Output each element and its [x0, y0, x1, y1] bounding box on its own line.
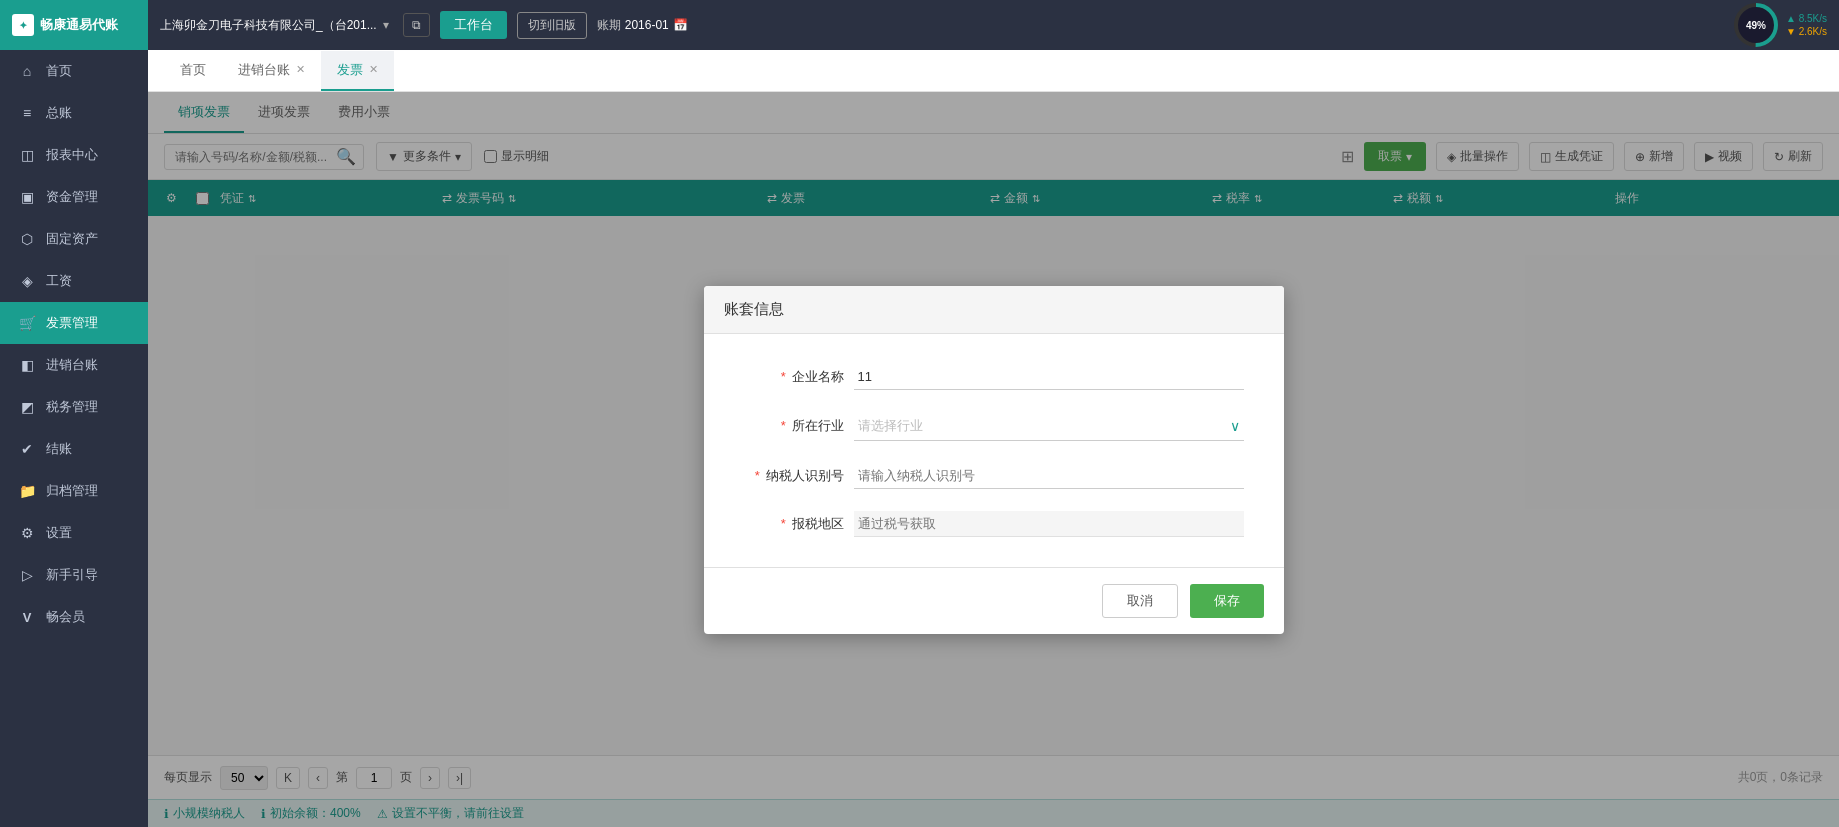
home-icon: ⌂	[18, 62, 36, 80]
switch-old-button[interactable]: 切到旧版	[517, 12, 587, 39]
sidebar-item-ledger[interactable]: ≡ 总账	[0, 92, 148, 134]
sidebar-item-guide[interactable]: ▷ 新手引导	[0, 554, 148, 596]
sidebar-item-label: 税务管理	[46, 398, 98, 416]
member-icon: V	[18, 608, 36, 626]
tab-invoice[interactable]: 发票 ✕	[321, 51, 394, 91]
speed-indicator: 49%	[1732, 1, 1780, 49]
form-row-industry: * 所在行业 请选择行业 ∨	[744, 412, 1244, 441]
settle-icon: ✔	[18, 440, 36, 458]
sidebar-item-label: 发票管理	[46, 314, 98, 332]
company-name-input[interactable]	[854, 364, 1244, 390]
cancel-button[interactable]: 取消	[1102, 584, 1178, 618]
guide-icon: ▷	[18, 566, 36, 584]
sidebar-item-member[interactable]: V 畅会员	[0, 596, 148, 638]
sales-icon: ◧	[18, 356, 36, 374]
calendar-icon[interactable]: 📅	[673, 18, 688, 32]
speed-up: ▲ 8.5K/s	[1786, 13, 1827, 24]
sidebar-item-salary[interactable]: ◈ 工资	[0, 260, 148, 302]
finance-icon: ▣	[18, 188, 36, 206]
sidebar-item-home[interactable]: ⌂ 首页	[0, 50, 148, 92]
tab-home[interactable]: 首页	[164, 51, 222, 91]
sidebar-item-label: 畅会员	[46, 608, 85, 626]
workbench-button[interactable]: 工作台	[440, 11, 507, 39]
speed-down: ▼ 2.6K/s	[1786, 26, 1827, 37]
sidebar-item-finance[interactable]: ▣ 资金管理	[0, 176, 148, 218]
company-name-label: * 企业名称	[744, 368, 844, 386]
period-display: 账期 2016-01 📅	[597, 17, 688, 34]
topbar-right: 49% ▲ 8.5K/s ▼ 2.6K/s	[1732, 1, 1827, 49]
industry-dropdown-icon: ∨	[1230, 418, 1240, 434]
topbar: 上海卯金刀电子科技有限公司_（台201... ▾ ⧉ 工作台 切到旧版 账期 2…	[148, 0, 1839, 50]
sidebar: ✦ 畅康通易代账 ⌂ 首页 ≡ 总账 ◫ 报表中心 ▣ 资金管理 ⬡ 固定资产 …	[0, 0, 148, 827]
tax-region-input	[854, 511, 1244, 537]
sidebar-item-label: 首页	[46, 62, 72, 80]
settings-icon: ⚙	[18, 524, 36, 542]
content-area: 销项发票 进项发票 费用小票 🔍 ▼ 更多条件 ▾ 显示明细	[148, 92, 1839, 827]
assets-icon: ⬡	[18, 230, 36, 248]
invoice-icon: 🛒	[18, 314, 36, 332]
logo-icon: ✦	[12, 14, 34, 36]
modal-body: * 企业名称 * 所在行业 请选择行业 ∨	[704, 334, 1284, 567]
company-dropdown-icon[interactable]: ▾	[383, 18, 389, 32]
tab-close-sales[interactable]: ✕	[296, 63, 305, 76]
sidebar-item-label: 归档管理	[46, 482, 98, 500]
modal-header: 账套信息	[704, 286, 1284, 334]
tax-icon: ◩	[18, 398, 36, 416]
tab-sales-ledger[interactable]: 进销台账 ✕	[222, 51, 321, 91]
sidebar-item-label: 工资	[46, 272, 72, 290]
sidebar-item-label: 报表中心	[46, 146, 98, 164]
tab-close-invoice[interactable]: ✕	[369, 63, 378, 76]
app-logo: ✦ 畅康通易代账	[0, 0, 148, 50]
sidebar-item-report[interactable]: ◫ 报表中心	[0, 134, 148, 176]
speed-stats: ▲ 8.5K/s ▼ 2.6K/s	[1786, 13, 1827, 37]
required-star: *	[781, 418, 786, 433]
sidebar-item-settings[interactable]: ⚙ 设置	[0, 512, 148, 554]
form-row-tax-region: * 报税地区	[744, 511, 1244, 537]
modal-overlay: 账套信息 * 企业名称 * 所在行业	[148, 92, 1839, 827]
svg-text:49%: 49%	[1746, 20, 1766, 31]
sidebar-item-label: 新手引导	[46, 566, 98, 584]
form-row-company-name: * 企业名称	[744, 364, 1244, 390]
required-star: *	[755, 468, 760, 483]
main-area: 上海卯金刀电子科技有限公司_（台201... ▾ ⧉ 工作台 切到旧版 账期 2…	[148, 0, 1839, 827]
tax-id-input[interactable]	[854, 463, 1244, 489]
sidebar-item-sales[interactable]: ◧ 进销台账	[0, 344, 148, 386]
sidebar-item-label: 进销台账	[46, 356, 98, 374]
modal-footer: 取消 保存	[704, 567, 1284, 634]
sidebar-item-label: 结账	[46, 440, 72, 458]
sidebar-item-settle[interactable]: ✔ 结账	[0, 428, 148, 470]
sidebar-item-assets[interactable]: ⬡ 固定资产	[0, 218, 148, 260]
copy-icon: ⧉	[412, 18, 421, 32]
report-icon: ◫	[18, 146, 36, 164]
sidebar-item-label: 固定资产	[46, 230, 98, 248]
required-star: *	[781, 516, 786, 531]
company-name: 上海卯金刀电子科技有限公司_（台201...	[160, 17, 377, 34]
tax-region-label: * 报税地区	[744, 515, 844, 533]
app-name: 畅康通易代账	[40, 16, 118, 34]
industry-select[interactable]: 请选择行业 ∨	[854, 412, 1244, 441]
archive-icon: 📁	[18, 482, 36, 500]
sidebar-item-archive[interactable]: 📁 归档管理	[0, 470, 148, 512]
account-info-modal: 账套信息 * 企业名称 * 所在行业	[704, 286, 1284, 634]
sidebar-item-invoice[interactable]: 🛒 发票管理	[0, 302, 148, 344]
save-button[interactable]: 保存	[1190, 584, 1264, 618]
required-star: *	[781, 369, 786, 384]
salary-icon: ◈	[18, 272, 36, 290]
nav-tabs-bar: 首页 进销台账 ✕ 发票 ✕	[148, 50, 1839, 92]
tax-id-label: * 纳税人识别号	[744, 467, 844, 485]
copy-button[interactable]: ⧉	[403, 13, 430, 37]
ledger-icon: ≡	[18, 104, 36, 122]
sidebar-item-label: 设置	[46, 524, 72, 542]
sidebar-item-label: 总账	[46, 104, 72, 122]
sidebar-item-tax[interactable]: ◩ 税务管理	[0, 386, 148, 428]
company-selector[interactable]: 上海卯金刀电子科技有限公司_（台201... ▾	[160, 17, 389, 34]
sidebar-item-label: 资金管理	[46, 188, 98, 206]
industry-label: * 所在行业	[744, 417, 844, 435]
form-row-tax-id: * 纳税人识别号	[744, 463, 1244, 489]
